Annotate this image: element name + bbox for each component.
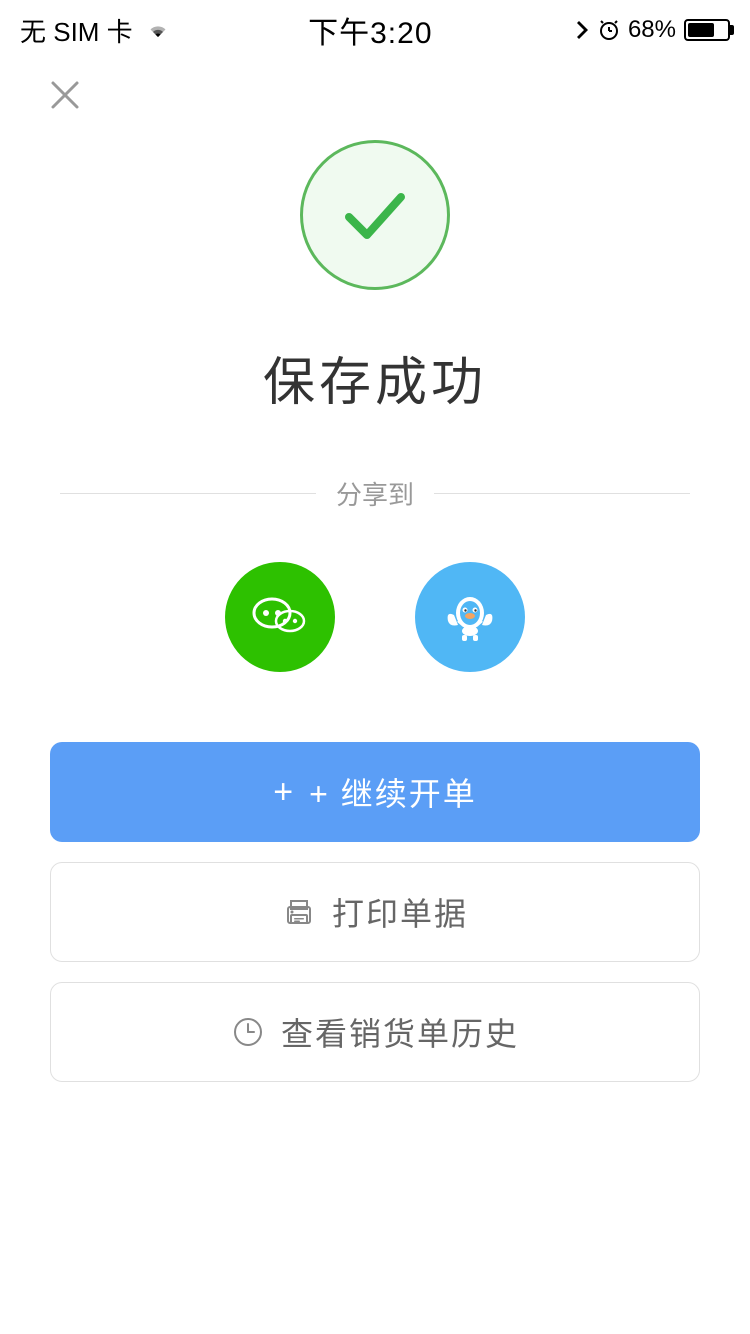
qq-icon bbox=[436, 583, 504, 651]
no-sim-text: 无 SIM 卡 bbox=[20, 12, 133, 49]
battery-icon bbox=[684, 19, 730, 41]
main-content: 保存成功 分享到 bbox=[0, 60, 750, 1082]
checkmark-icon bbox=[335, 175, 415, 255]
status-left: 无 SIM 卡 bbox=[20, 12, 173, 49]
divider-right bbox=[434, 493, 690, 494]
location-icon bbox=[568, 19, 590, 41]
close-icon bbox=[47, 77, 83, 113]
share-label: 分享到 bbox=[316, 475, 434, 512]
print-button[interactable]: 打印单据 bbox=[50, 862, 700, 962]
action-buttons: + + 继续开单 打印单据 查看销货单历史 bbox=[0, 742, 750, 1082]
wechat-share-button[interactable] bbox=[225, 562, 335, 672]
alarm-icon bbox=[598, 19, 620, 41]
history-label: 查看销货单历史 bbox=[281, 1009, 519, 1055]
close-button[interactable] bbox=[40, 70, 90, 120]
history-icon bbox=[231, 1015, 265, 1049]
continue-order-button[interactable]: + + 继续开单 bbox=[50, 742, 700, 842]
history-button[interactable]: 查看销货单历史 bbox=[50, 982, 700, 1082]
status-right: 68% bbox=[568, 16, 730, 44]
share-icons bbox=[225, 562, 525, 672]
continue-icon: + bbox=[273, 773, 293, 812]
continue-label: + 继续开单 bbox=[309, 769, 477, 815]
wifi-icon bbox=[143, 19, 173, 41]
success-title: 保存成功 bbox=[263, 340, 487, 415]
print-label: 打印单据 bbox=[332, 889, 468, 935]
status-time: 下午3:20 bbox=[308, 8, 432, 52]
battery-percent: 68% bbox=[628, 16, 676, 44]
success-circle bbox=[300, 140, 450, 290]
print-icon bbox=[282, 895, 316, 929]
status-bar: 无 SIM 卡 下午3:20 68% bbox=[0, 0, 750, 60]
share-divider: 分享到 bbox=[0, 475, 750, 512]
divider-left bbox=[60, 493, 316, 494]
wechat-icon bbox=[246, 583, 314, 651]
qq-share-button[interactable] bbox=[415, 562, 525, 672]
